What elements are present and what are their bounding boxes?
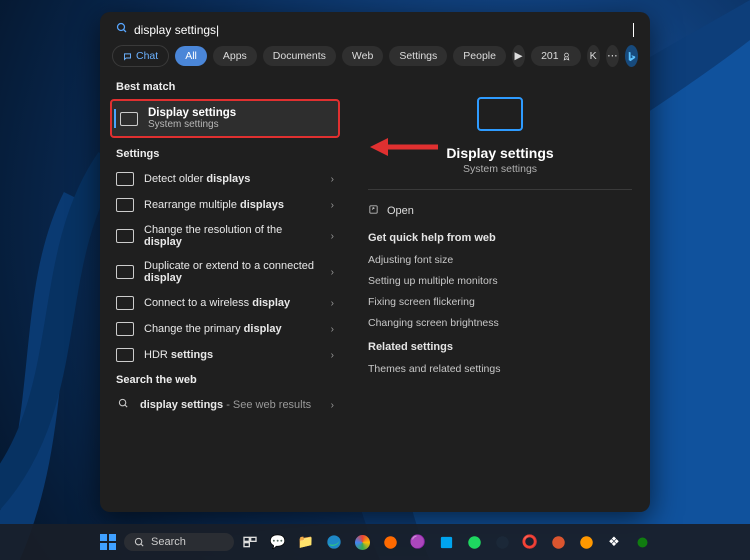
quick-help-link[interactable]: Adjusting font size [368,254,632,266]
text-cursor [633,23,634,37]
chevron-right-icon: › [331,324,334,335]
web-result[interactable]: display settings - See web results › [110,392,340,418]
taskbar-search-placeholder: Search [151,536,186,548]
filter-web[interactable]: Web [342,46,383,66]
filter-documents[interactable]: Documents [263,46,336,66]
bing-icon[interactable] [625,45,638,67]
taskbar-app-icon[interactable] [546,530,570,554]
open-action[interactable]: Open [368,204,632,218]
filter-all[interactable]: All [175,46,207,66]
open-icon [368,204,379,218]
related-link[interactable]: Themes and related settings [368,363,632,375]
search-input[interactable]: display settings [134,23,625,37]
settings-result[interactable]: Change the primary display › [110,316,340,342]
display-icon [116,265,134,279]
taskbar-app-icon[interactable] [630,530,654,554]
display-icon [116,172,134,186]
taskbar-app-icon[interactable] [574,530,598,554]
search-icon [116,398,130,412]
filter-chat[interactable]: Chat [112,45,169,67]
search-row: display settings [100,12,650,43]
taskbar-app-icon[interactable] [434,530,458,554]
settings-section-label: Settings [116,148,334,160]
file-explorer-icon[interactable]: 📁 [294,530,318,554]
taskbar-app-icon[interactable]: 🟣 [406,530,430,554]
display-icon [116,322,134,336]
details-pane: Display settings System settings Open Ge… [350,77,650,512]
start-search-panel: display settings Chat All Apps Documents… [100,12,650,512]
best-match-title: Display settings [148,107,236,119]
taskbar-app-icon[interactable]: ❖ [602,530,626,554]
edge-icon[interactable] [322,530,346,554]
settings-result[interactable]: Change the resolution of the display › [110,218,340,254]
display-large-icon [477,97,523,131]
filter-settings[interactable]: Settings [389,46,447,66]
taskbar-app-icon[interactable]: ⭕ [518,530,542,554]
settings-result[interactable]: Connect to a wireless display › [110,290,340,316]
details-subtitle: System settings [368,163,632,175]
chevron-right-icon: › [331,350,334,361]
taskbar: Search 💬 📁 🟣 ⭕ ❖ [0,524,750,560]
start-button[interactable] [96,530,120,554]
settings-result[interactable]: HDR settings › [110,342,340,368]
rewards-points[interactable]: 201 [531,46,581,66]
quick-help-link[interactable]: Fixing screen flickering [368,296,632,308]
taskbar-search[interactable]: Search [124,533,234,551]
settings-result[interactable]: Detect older displays › [110,166,340,192]
filter-people[interactable]: People [453,46,506,66]
filter-row: Chat All Apps Documents Web Settings Peo… [100,43,650,77]
display-icon [120,112,138,126]
display-icon [116,348,134,362]
display-icon [116,198,134,212]
overflow-menu-icon[interactable]: ⋯ [606,45,619,67]
quick-help-link[interactable]: Setting up multiple monitors [368,275,632,287]
steam-icon[interactable] [490,530,514,554]
related-settings-label: Related settings [368,341,632,353]
display-icon [116,229,134,243]
quick-help-label: Get quick help from web [368,232,632,244]
best-match-result[interactable]: Display settings System settings [110,99,340,138]
chevron-right-icon: › [331,231,334,242]
task-view-icon[interactable] [238,530,262,554]
account-avatar[interactable]: K [587,45,600,67]
search-icon [116,22,128,37]
settings-result[interactable]: Rearrange multiple displays › [110,192,340,218]
filter-more-icon[interactable]: ▶ [512,45,525,67]
settings-result[interactable]: Duplicate or extend to a connected displ… [110,254,340,290]
taskbar-app-icon[interactable] [378,530,402,554]
taskbar-app-icon[interactable] [462,530,486,554]
chevron-right-icon: › [331,267,334,278]
search-web-label: Search the web [116,374,334,386]
results-left-pane: Best match Display settings System setti… [100,77,350,512]
chevron-right-icon: › [331,400,334,411]
best-match-label: Best match [116,81,334,93]
chevron-right-icon: › [331,200,334,211]
best-match-subtitle: System settings [148,119,236,130]
chevron-right-icon: › [331,174,334,185]
taskbar-app-icon[interactable]: 💬 [266,530,290,554]
chevron-right-icon: › [331,298,334,309]
details-title: Display settings [368,145,632,161]
filter-apps[interactable]: Apps [213,46,257,66]
quick-help-link[interactable]: Changing screen brightness [368,317,632,329]
taskbar-app-icon[interactable] [350,530,374,554]
display-icon [116,296,134,310]
